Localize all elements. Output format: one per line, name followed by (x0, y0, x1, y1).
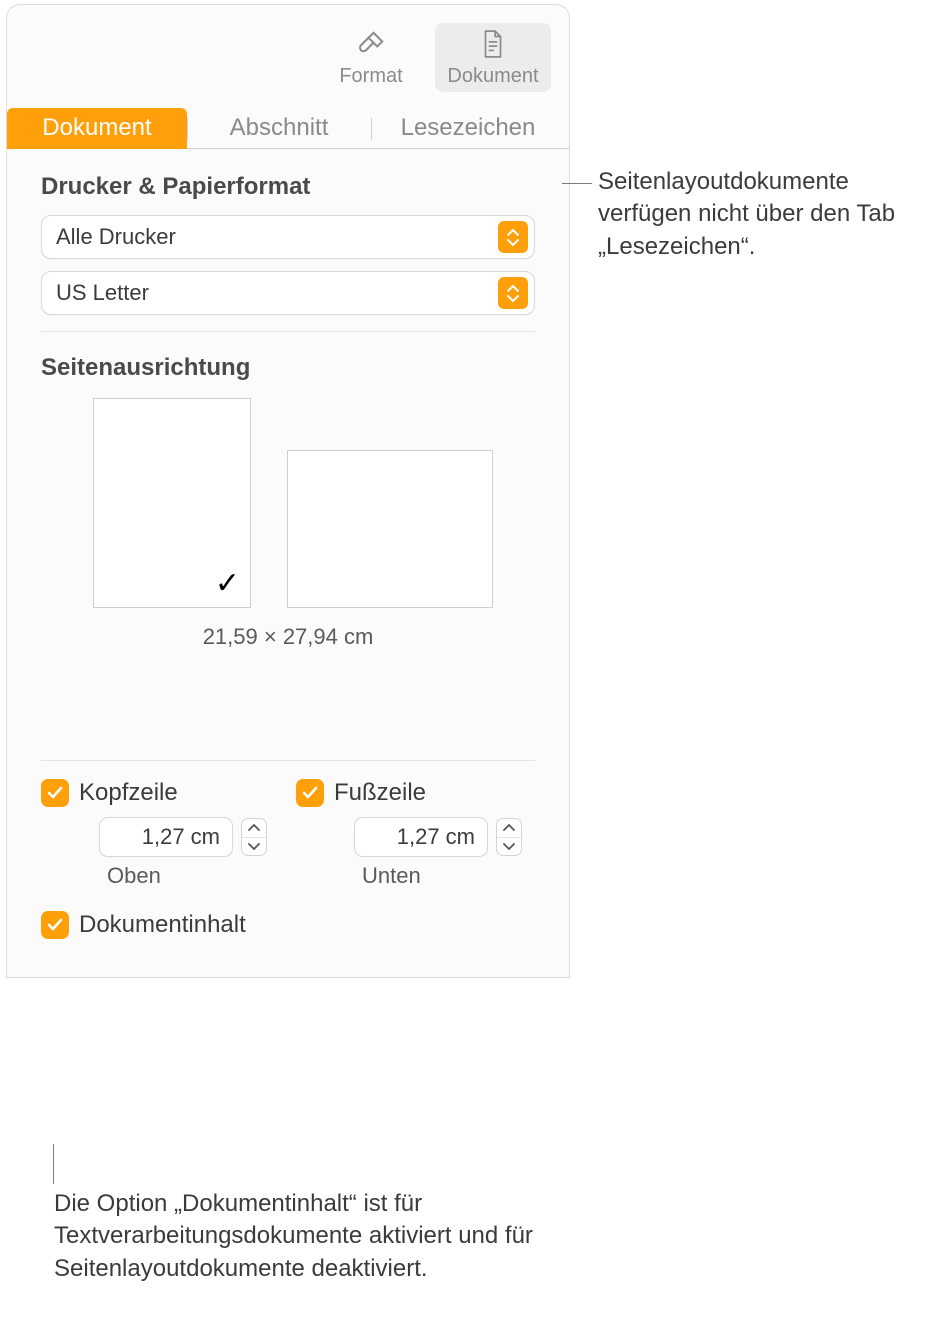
header-stepper[interactable] (241, 818, 267, 856)
printer-title: Drucker & Papierformat (41, 173, 535, 201)
format-button[interactable]: Format (313, 23, 429, 92)
footer-label: Fußzeile (334, 779, 426, 807)
document-body-row: Dokumentinhalt (7, 911, 569, 939)
callout-lesezeichen: Seitenlayoutdokumente verfügen nicht übe… (598, 166, 928, 263)
dokument-button[interactable]: Dokument (435, 23, 551, 92)
header-label: Kopfzeile (79, 779, 178, 807)
header-footer-section: Kopfzeile 1,27 cm Oben Fußzeile (7, 779, 569, 889)
paper-select[interactable]: US Letter (41, 271, 535, 315)
check-icon: ✓ (215, 566, 240, 601)
chevrons-icon (498, 277, 528, 309)
orientation-landscape[interactable] (287, 450, 493, 608)
checkbox-checked-icon (41, 911, 69, 939)
paintbrush-icon (356, 29, 386, 59)
orientation-title: Seitenausrichtung (41, 354, 535, 382)
header-checkbox-row[interactable]: Kopfzeile (41, 779, 280, 807)
header-value-input[interactable]: 1,27 cm (99, 817, 233, 857)
tab-lesezeichen[interactable]: Lesezeichen (371, 108, 565, 149)
printer-select-value: Alle Drucker (56, 224, 176, 250)
document-body-checkbox[interactable]: Dokumentinhalt (41, 911, 535, 939)
checkbox-checked-icon (41, 779, 69, 807)
toolbar: Format Dokument (7, 5, 569, 98)
footer-stepper[interactable] (496, 818, 522, 856)
tab-abschnitt[interactable]: Abschnitt (187, 108, 371, 149)
callout-leader (53, 1144, 54, 1184)
printer-select[interactable]: Alle Drucker (41, 215, 535, 259)
footer-value-input[interactable]: 1,27 cm (354, 817, 488, 857)
page-dimensions: 21,59 × 27,94 cm (41, 624, 535, 650)
footer-checkbox-row[interactable]: Fußzeile (296, 779, 535, 807)
document-icon (478, 29, 508, 59)
chevron-down-icon (242, 838, 266, 856)
paper-select-value: US Letter (56, 280, 149, 306)
chevron-up-icon (242, 819, 266, 838)
orientation-portrait[interactable]: ✓ (93, 398, 251, 608)
chevron-up-icon (497, 819, 521, 838)
tab-dokument[interactable]: Dokument (7, 108, 187, 149)
callout-dokumentinhalt: Die Option „Dokumentinhalt“ ist für Text… (54, 1188, 584, 1285)
printer-section: Drucker & Papierformat Alle Drucker US L… (7, 149, 569, 315)
document-body-label: Dokumentinhalt (79, 911, 246, 939)
callout-leader (562, 183, 592, 184)
chevrons-icon (498, 221, 528, 253)
tabs: Dokument Abschnitt Lesezeichen (7, 108, 569, 149)
checkbox-checked-icon (296, 779, 324, 807)
orientation-section: Seitenausrichtung ✓ 21,59 × 27,94 cm (7, 332, 569, 650)
sidebar-panel: Format Dokument Dokument Abschnitt Lesez… (6, 4, 570, 978)
footer-pos-label: Unten (362, 863, 535, 889)
format-label: Format (339, 65, 402, 88)
header-pos-label: Oben (107, 863, 280, 889)
divider (41, 760, 535, 761)
dokument-label: Dokument (447, 65, 538, 88)
chevron-down-icon (497, 838, 521, 856)
